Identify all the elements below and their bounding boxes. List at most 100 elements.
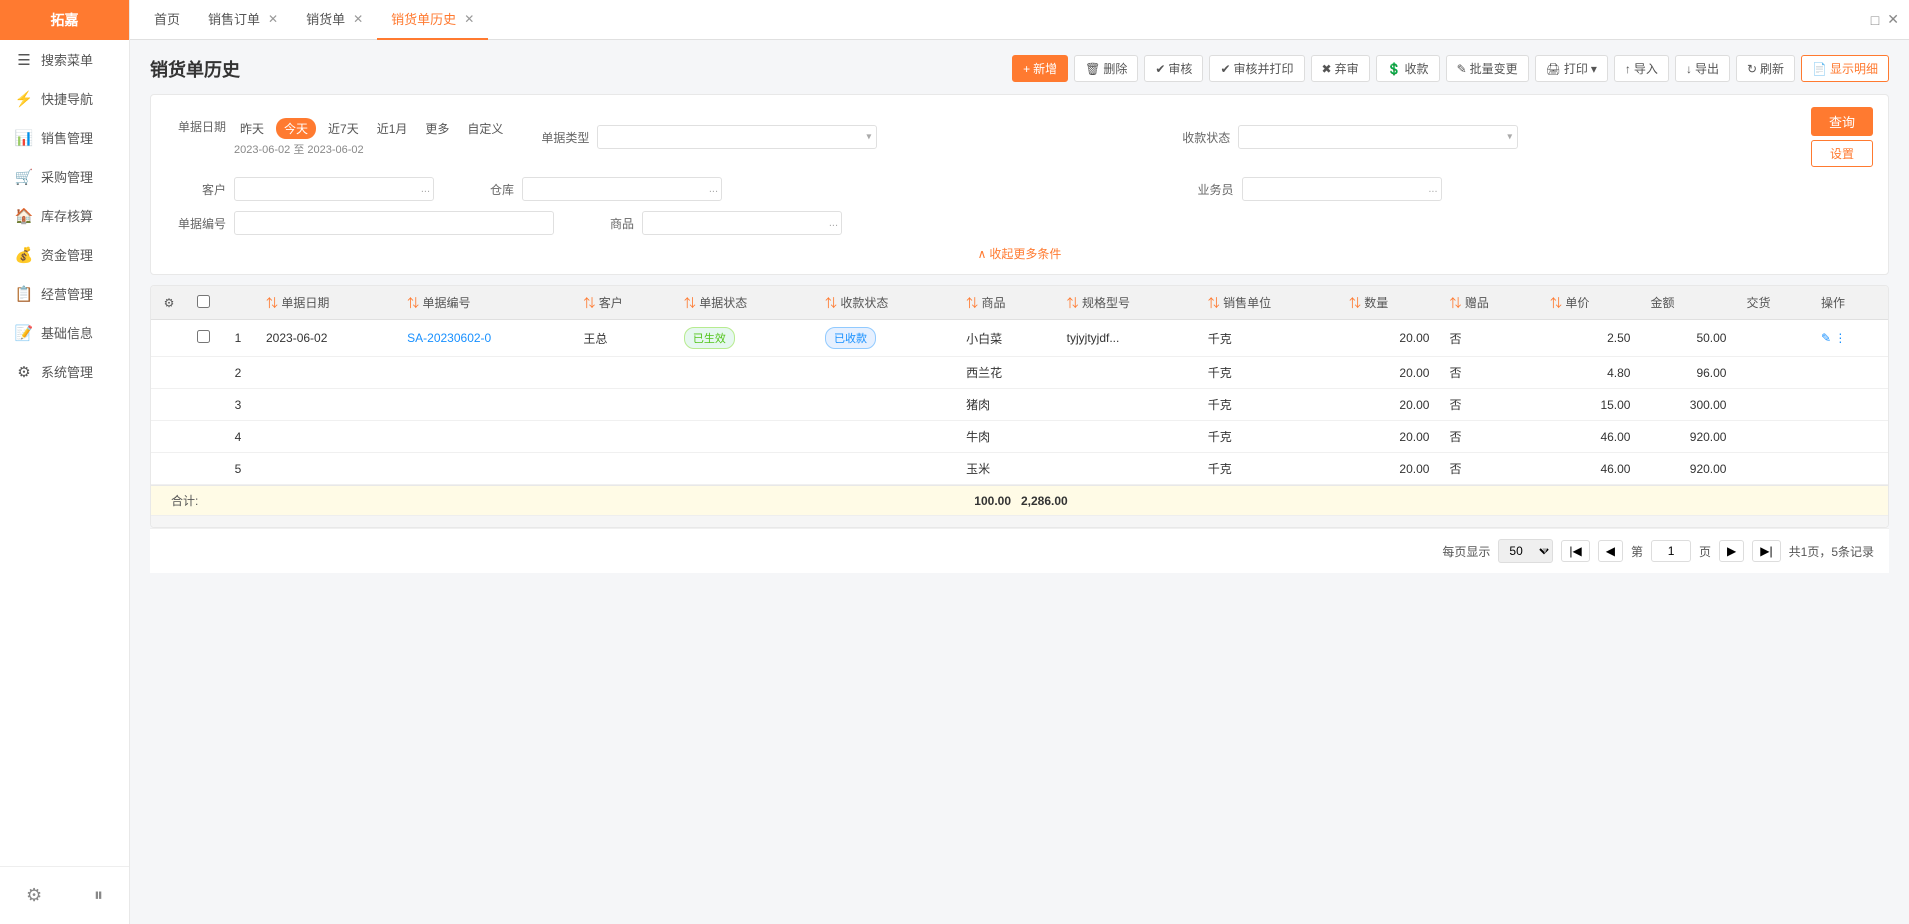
col-unit[interactable]: ⇅ 销售单位 <box>1198 286 1339 320</box>
discard-button[interactable]: ✖ 弃审 <box>1311 55 1370 82</box>
show-detail-button[interactable]: 📄 显示明细 <box>1801 55 1889 82</box>
last-page-btn[interactable]: ▶| <box>1752 540 1780 562</box>
salesperson-more-btn[interactable]: ... <box>1428 183 1437 195</box>
tab-sales-delivery-close[interactable]: ✕ <box>353 12 363 26</box>
sales-mgmt-icon: 📊 <box>15 129 33 147</box>
col-checkbox[interactable] <box>187 286 220 320</box>
col-gift[interactable]: ⇅ 赠品 <box>1439 286 1540 320</box>
sidebar-bottom-settings[interactable]: ⚙ <box>11 877 57 914</box>
row-doc-no[interactable] <box>397 357 573 389</box>
sidebar-item-ops-mgmt[interactable]: 📋 经营管理 <box>0 274 129 313</box>
tab-sales-history-close[interactable]: ✕ <box>464 12 474 26</box>
col-settings[interactable]: ⚙ <box>151 286 187 320</box>
batch-change-button[interactable]: ✎ 批量变更 <box>1446 55 1529 82</box>
collapse-button[interactable]: ∧ 收起更多条件 <box>978 245 1062 262</box>
tab-sales-order-close[interactable]: ✕ <box>268 12 278 26</box>
query-button[interactable]: 查询 <box>1811 107 1873 136</box>
doc-no-input[interactable] <box>234 211 554 235</box>
row-settings-cell <box>151 389 187 421</box>
table-row: 4 牛肉 千克 20.00 否 46.00 920.00 <box>151 421 1888 453</box>
settings-button[interactable]: 设置 <box>1811 140 1873 167</box>
sidebar-item-sales-mgmt[interactable]: 📊 销售管理 <box>0 118 129 157</box>
col-qty[interactable]: ⇅ 数量 <box>1339 286 1440 320</box>
row-doc-date <box>256 357 397 389</box>
row-checkbox-cell[interactable] <box>187 357 220 389</box>
date-last7days[interactable]: 近7天 <box>322 118 365 139</box>
tab-sales-order[interactable]: 销售订单 ✕ <box>194 0 292 40</box>
sidebar-item-sys-mgmt[interactable]: ⚙ 系统管理 <box>0 352 129 391</box>
goods-more-btn[interactable]: ... <box>829 217 838 229</box>
audit-button[interactable]: ✔ 审核 <box>1144 55 1203 82</box>
col-doc-no[interactable]: ⇅ 单据编号 <box>397 286 573 320</box>
row-checkbox[interactable] <box>197 330 210 343</box>
close-btn[interactable]: ✕ <box>1887 11 1899 28</box>
customer-more-btn[interactable]: ... <box>421 183 430 195</box>
col-doc-status[interactable]: ⇅ 单据状态 <box>674 286 815 320</box>
row-checkbox-cell[interactable] <box>187 453 220 485</box>
row-doc-date <box>256 453 397 485</box>
horizontal-scrollbar[interactable] <box>151 515 1888 527</box>
date-yesterday[interactable]: 昨天 <box>234 118 270 139</box>
sidebar-item-basic-info[interactable]: 📝 基础信息 <box>0 313 129 352</box>
warehouse-more-btn[interactable]: ... <box>709 183 718 195</box>
export-button[interactable]: ↓ 导出 <box>1675 55 1730 82</box>
col-customer[interactable]: ⇅ 客户 <box>573 286 674 320</box>
tab-home[interactable]: 首页 <box>140 0 194 40</box>
col-price[interactable]: ⇅ 单价 <box>1540 286 1641 320</box>
row-doc-no[interactable] <box>397 389 573 421</box>
sidebar-item-quick-nav[interactable]: ⚡ 快捷导航 <box>0 79 129 118</box>
tab-sales-history[interactable]: 销货单历史 ✕ <box>377 0 488 40</box>
row-gift: 否 <box>1439 421 1540 453</box>
payment-status-select[interactable] <box>1238 125 1518 149</box>
add-button[interactable]: + 新增 <box>1012 55 1068 82</box>
row-delivery <box>1736 357 1811 389</box>
col-spec[interactable]: ⇅ 规格型号 <box>1057 286 1198 320</box>
date-custom[interactable]: 自定义 <box>461 118 509 139</box>
page-number-input[interactable] <box>1651 540 1691 562</box>
sidebar-item-finance-mgmt[interactable]: 💰 资金管理 <box>0 235 129 274</box>
col-goods[interactable]: ⇅ 商品 <box>956 286 1057 320</box>
maximize-btn[interactable]: □ <box>1871 12 1879 28</box>
date-last1month[interactable]: 近1月 <box>371 118 414 139</box>
sidebar-item-purchase-mgmt[interactable]: 🛒 采购管理 <box>0 157 129 196</box>
date-today[interactable]: 今天 <box>276 118 316 139</box>
row-qty: 20.00 <box>1339 389 1440 421</box>
col-pay-status[interactable]: ⇅ 收款状态 <box>815 286 956 320</box>
per-page-select[interactable]: 50 20 100 <box>1498 539 1553 563</box>
print-button[interactable]: 🖨 打印 ▾ <box>1535 55 1608 82</box>
salesperson-input[interactable] <box>1242 177 1442 201</box>
delete-button[interactable]: 🗑 删除 <box>1074 55 1138 82</box>
customer-input[interactable] <box>234 177 434 201</box>
sidebar-item-search-menu[interactable]: ☰ 搜索菜单 <box>0 40 129 79</box>
row-edit-btn[interactable]: ✎ <box>1821 331 1831 345</box>
prev-page-btn[interactable]: ◀ <box>1598 540 1623 562</box>
import-button[interactable]: ↑ 导入 <box>1614 55 1669 82</box>
audit-print-icon: ✔ <box>1220 62 1230 76</box>
tab-bar: 首页 销售订单 ✕ 销货单 ✕ 销货单历史 ✕ □ ✕ <box>130 0 1909 40</box>
row-more-btn[interactable]: ⋮ <box>1834 331 1846 345</box>
audit-print-button[interactable]: ✔ 审核并打印 <box>1209 55 1304 82</box>
tab-sales-delivery[interactable]: 销货单 ✕ <box>292 0 377 40</box>
sidebar-bottom-pause[interactable]: ⏸ <box>79 877 118 914</box>
footer-total-qty: 100.00 <box>341 494 1021 508</box>
row-checkbox-cell[interactable] <box>187 389 220 421</box>
row-doc-no[interactable] <box>397 453 573 485</box>
row-gift: 否 <box>1439 357 1540 389</box>
next-page-btn[interactable]: ▶ <box>1719 540 1744 562</box>
sidebar-item-inventory[interactable]: 🏠 库存核算 <box>0 196 129 235</box>
warehouse-input[interactable] <box>522 177 722 201</box>
row-doc-no[interactable] <box>397 421 573 453</box>
collect-button[interactable]: 💲 收款 <box>1376 55 1440 82</box>
doc-type-select[interactable] <box>597 125 877 149</box>
first-page-btn[interactable]: |◀ <box>1561 540 1589 562</box>
filter-row-1: 单据日期 昨天 今天 近7天 近1月 更多 自定义 2023-06-02 至 2… <box>166 107 1873 167</box>
main-area: 首页 销售订单 ✕ 销货单 ✕ 销货单历史 ✕ □ ✕ 销货单历史 + 新增 <box>130 0 1909 924</box>
row-doc-no[interactable]: SA-20230602-0 <box>397 320 573 357</box>
select-all-checkbox[interactable] <box>197 295 210 308</box>
col-doc-date[interactable]: ⇅ 单据日期 <box>256 286 397 320</box>
date-more[interactable]: 更多 <box>419 118 455 139</box>
row-checkbox-cell[interactable] <box>187 421 220 453</box>
row-checkbox-cell[interactable] <box>187 320 220 357</box>
goods-input[interactable] <box>642 211 842 235</box>
refresh-button[interactable]: ↻ 刷新 <box>1736 55 1795 82</box>
